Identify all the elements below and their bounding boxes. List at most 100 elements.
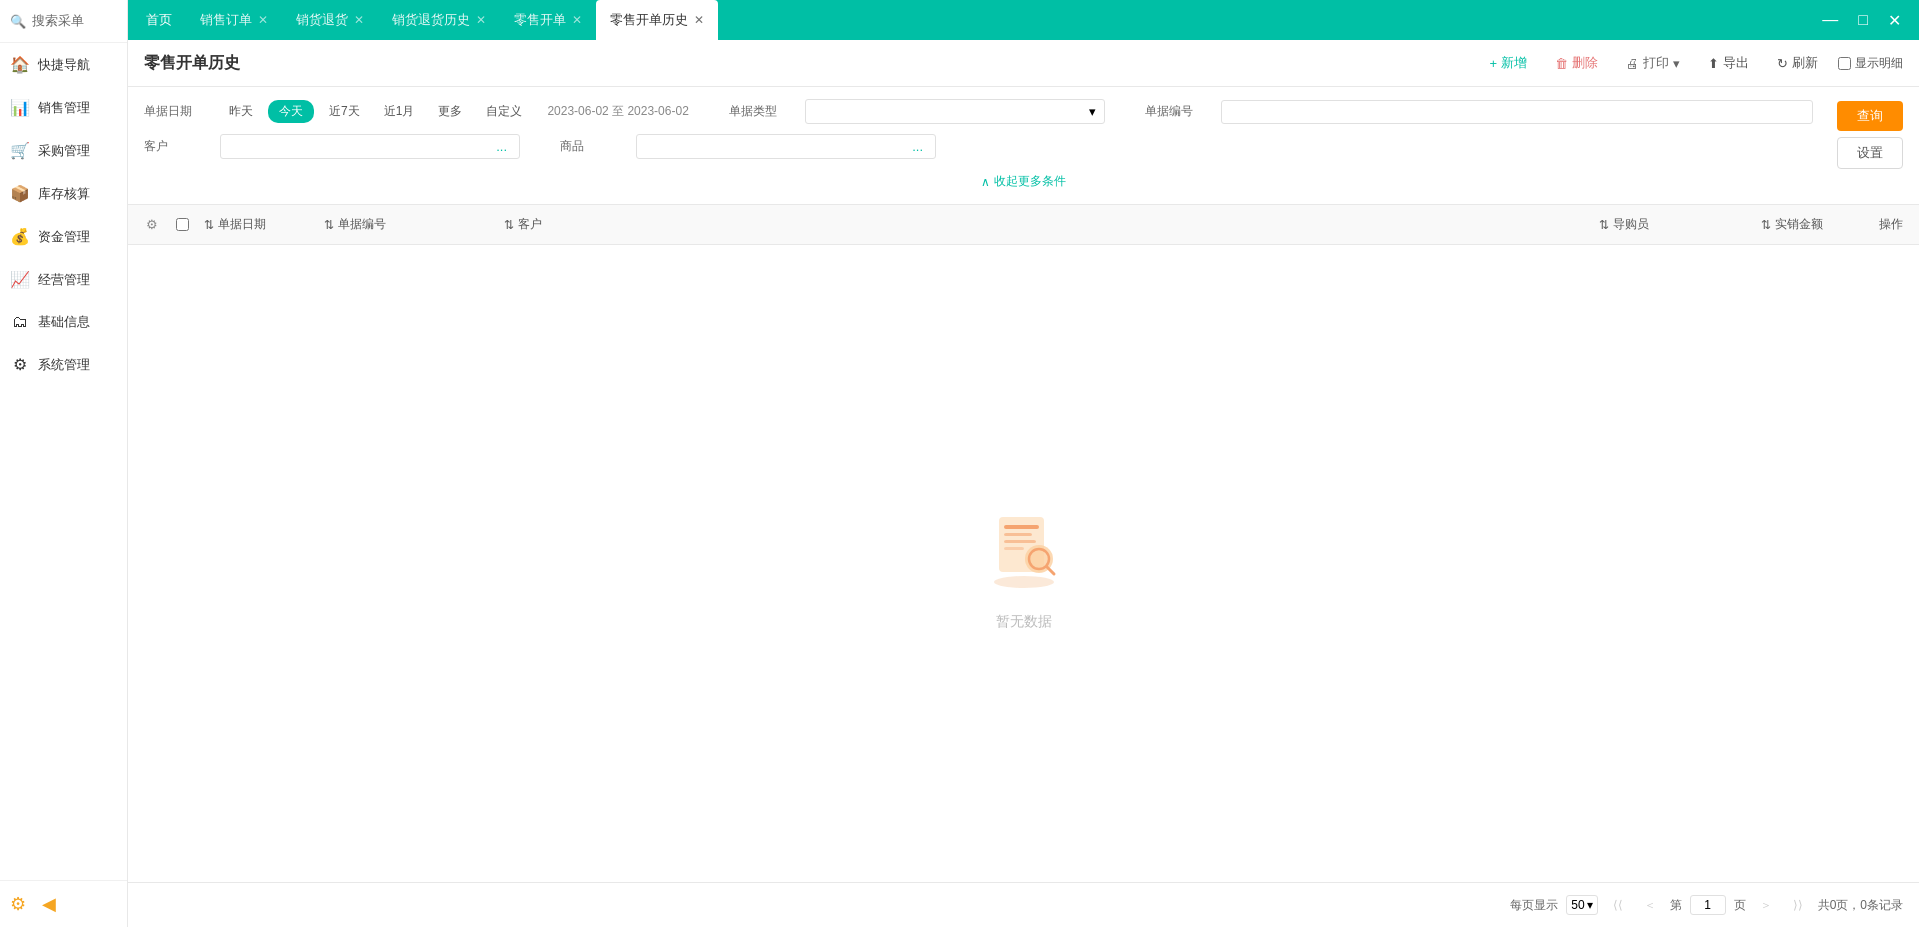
close-icon[interactable]: ✕ <box>694 13 704 27</box>
doc-num-input[interactable] <box>1230 105 1804 119</box>
th-amount[interactable]: ⇅ 实销金额 <box>1711 216 1831 233</box>
th-guide[interactable]: ⇅ 导购员 <box>1591 216 1711 233</box>
select-all-checkbox[interactable] <box>168 218 196 231</box>
tab-retail-open-history[interactable]: 零售开单历史 ✕ <box>596 0 718 40</box>
empty-text: 暂无数据 <box>996 613 1052 631</box>
tab-retail-open[interactable]: 零售开单 ✕ <box>500 0 596 40</box>
doc-num-input-wrap <box>1221 100 1813 124</box>
last-page-btn[interactable]: ⟩⟩ <box>1786 893 1810 917</box>
sidebar-item-basic-info[interactable]: 🗂 基础信息 <box>0 301 127 343</box>
next-page-btn[interactable]: ＞ <box>1754 893 1778 917</box>
print-button[interactable]: 🖨 打印 ▾ <box>1618 50 1688 76</box>
th-num[interactable]: ⇅ 单据编号 <box>316 216 496 233</box>
filter-fields: 单据日期 昨天 今天 近7天 近1月 更多 自定义 2023-06-02 至 2… <box>144 99 1813 169</box>
main-area: 首页 销售订单 ✕ 销货退货 ✕ 销货退货历史 ✕ 零售开单 ✕ 零售开单历史 … <box>128 0 1919 927</box>
last-month-btn[interactable]: 近1月 <box>375 100 424 123</box>
tab-sales-return-label: 销货退货 <box>296 11 348 29</box>
svg-rect-4 <box>1004 540 1036 543</box>
page-number-input[interactable] <box>1690 895 1726 915</box>
filter-row-1: 单据日期 昨天 今天 近7天 近1月 更多 自定义 2023-06-02 至 2… <box>144 99 1813 124</box>
collapse-label: 收起更多条件 <box>994 173 1066 190</box>
filter-settings-button[interactable]: 设置 <box>1837 137 1903 169</box>
maximize-button[interactable]: □ <box>1852 9 1874 31</box>
tab-home[interactable]: 首页 <box>132 0 186 40</box>
table-header: ⚙ ⇅ 单据日期 ⇅ 单据编号 ⇅ 客户 ⇅ 导购员 <box>128 205 1919 245</box>
tab-sales-return[interactable]: 销货退货 ✕ <box>282 0 378 40</box>
more-btn[interactable]: 更多 <box>429 100 471 123</box>
add-button[interactable]: + 新增 <box>1481 50 1535 76</box>
filter-actions: 查询 设置 <box>1837 99 1903 169</box>
tab-sales-return-history[interactable]: 销货退货历史 ✕ <box>378 0 500 40</box>
close-button[interactable]: ✕ <box>1882 9 1907 32</box>
cart-icon: 🛒 <box>10 141 30 160</box>
custom-btn[interactable]: 自定义 <box>477 100 531 123</box>
tab-sales-order[interactable]: 销售订单 ✕ <box>186 0 282 40</box>
customer-dots-btn[interactable]: ... <box>492 139 511 154</box>
filter-row-2: 客户 ... 商品 ... <box>144 134 1813 159</box>
sidebar-item-sys-mgmt[interactable]: ⚙ 系统管理 <box>0 343 127 386</box>
delete-button[interactable]: 🗑 删除 <box>1547 50 1606 76</box>
collapse-filter-btn[interactable]: ∧ 收起更多条件 <box>144 169 1903 198</box>
date-buttons: 昨天 今天 近7天 近1月 更多 自定义 <box>220 100 531 123</box>
content-area: 零售开单历史 + 新增 🗑 删除 🖨 打印 ▾ ⬆ 导出 <box>128 40 1919 927</box>
export-button[interactable]: ⬆ 导出 <box>1700 50 1757 76</box>
refresh-button[interactable]: ↻ 刷新 <box>1769 50 1826 76</box>
goods-dots-btn[interactable]: ... <box>908 139 927 154</box>
sidebar-search[interactable]: 🔍 搜索采单 <box>0 0 127 43</box>
goods-input[interactable] <box>645 140 908 154</box>
chart-icon: 📊 <box>10 98 30 117</box>
sidebar-search-label: 搜索采单 <box>32 12 84 30</box>
close-icon[interactable]: ✕ <box>476 13 486 27</box>
page-size-select[interactable]: 50 ▾ <box>1566 895 1597 915</box>
query-button[interactable]: 查询 <box>1837 101 1903 131</box>
close-icon[interactable]: ✕ <box>572 13 582 27</box>
sidebar-item-finance[interactable]: 💰 资金管理 <box>0 215 127 258</box>
add-label: 新增 <box>1501 54 1527 72</box>
yesterday-btn[interactable]: 昨天 <box>220 100 262 123</box>
date-range-display: 2023-06-02 至 2023-06-02 <box>547 103 688 120</box>
th-ops-label: 操作 <box>1879 216 1903 233</box>
doc-type-select[interactable]: ▾ <box>805 99 1105 124</box>
export-icon: ⬆ <box>1708 56 1719 71</box>
sidebar-item-label: 资金管理 <box>38 228 90 246</box>
tab-home-label: 首页 <box>146 11 172 29</box>
customer-input[interactable] <box>229 140 492 154</box>
th-num-label: 单据编号 <box>338 216 386 233</box>
date-filter-label: 单据日期 <box>144 103 204 120</box>
close-icon[interactable]: ✕ <box>354 13 364 27</box>
show-detail-checkbox-label[interactable]: 显示明细 <box>1838 55 1903 72</box>
today-btn[interactable]: 今天 <box>268 100 314 123</box>
sort-icon: ⇅ <box>504 218 514 232</box>
sidebar-item-quick-nav[interactable]: 🏠 快捷导航 <box>0 43 127 86</box>
close-icon[interactable]: ✕ <box>258 13 268 27</box>
svg-rect-3 <box>1004 533 1032 536</box>
sidebar-item-label: 销售管理 <box>38 99 90 117</box>
settings-icon[interactable]: ⚙ <box>10 893 26 915</box>
table-settings-icon[interactable]: ⚙ <box>136 217 168 232</box>
sidebar-item-operations[interactable]: 📈 经营管理 <box>0 258 127 301</box>
page-size-value: 50 <box>1571 898 1584 912</box>
th-date[interactable]: ⇅ 单据日期 <box>196 216 316 233</box>
customer-input-wrap: ... <box>220 134 520 159</box>
select-all-input[interactable] <box>176 218 189 231</box>
prev-page-btn[interactable]: ＜ <box>1638 893 1662 917</box>
page-size-dropdown-icon: ▾ <box>1587 898 1593 912</box>
sidebar-item-sales-mgmt[interactable]: 📊 销售管理 <box>0 86 127 129</box>
page-label-2: 页 <box>1734 897 1746 914</box>
folder-icon: 🗂 <box>10 313 30 331</box>
sidebar-item-purchase-mgmt[interactable]: 🛒 采购管理 <box>0 129 127 172</box>
last7-btn[interactable]: 近7天 <box>320 100 369 123</box>
sidebar-item-label: 基础信息 <box>38 313 90 331</box>
minimize-button[interactable]: — <box>1816 9 1844 31</box>
dropdown-icon: ▾ <box>1089 104 1096 119</box>
print-label: 打印 <box>1643 54 1669 72</box>
collapse-sidebar-icon[interactable]: ◀ <box>42 893 56 915</box>
trend-icon: 📈 <box>10 270 30 289</box>
goods-input-wrap: ... <box>636 134 936 159</box>
show-detail-checkbox[interactable] <box>1838 57 1851 70</box>
first-page-btn[interactable]: ⟨⟨ <box>1606 893 1630 917</box>
th-customer[interactable]: ⇅ 客户 <box>496 216 1591 233</box>
th-ops: 操作 <box>1831 216 1911 233</box>
toolbar: 零售开单历史 + 新增 🗑 删除 🖨 打印 ▾ ⬆ 导出 <box>128 40 1919 87</box>
sidebar-item-inventory[interactable]: 📦 库存核算 <box>0 172 127 215</box>
